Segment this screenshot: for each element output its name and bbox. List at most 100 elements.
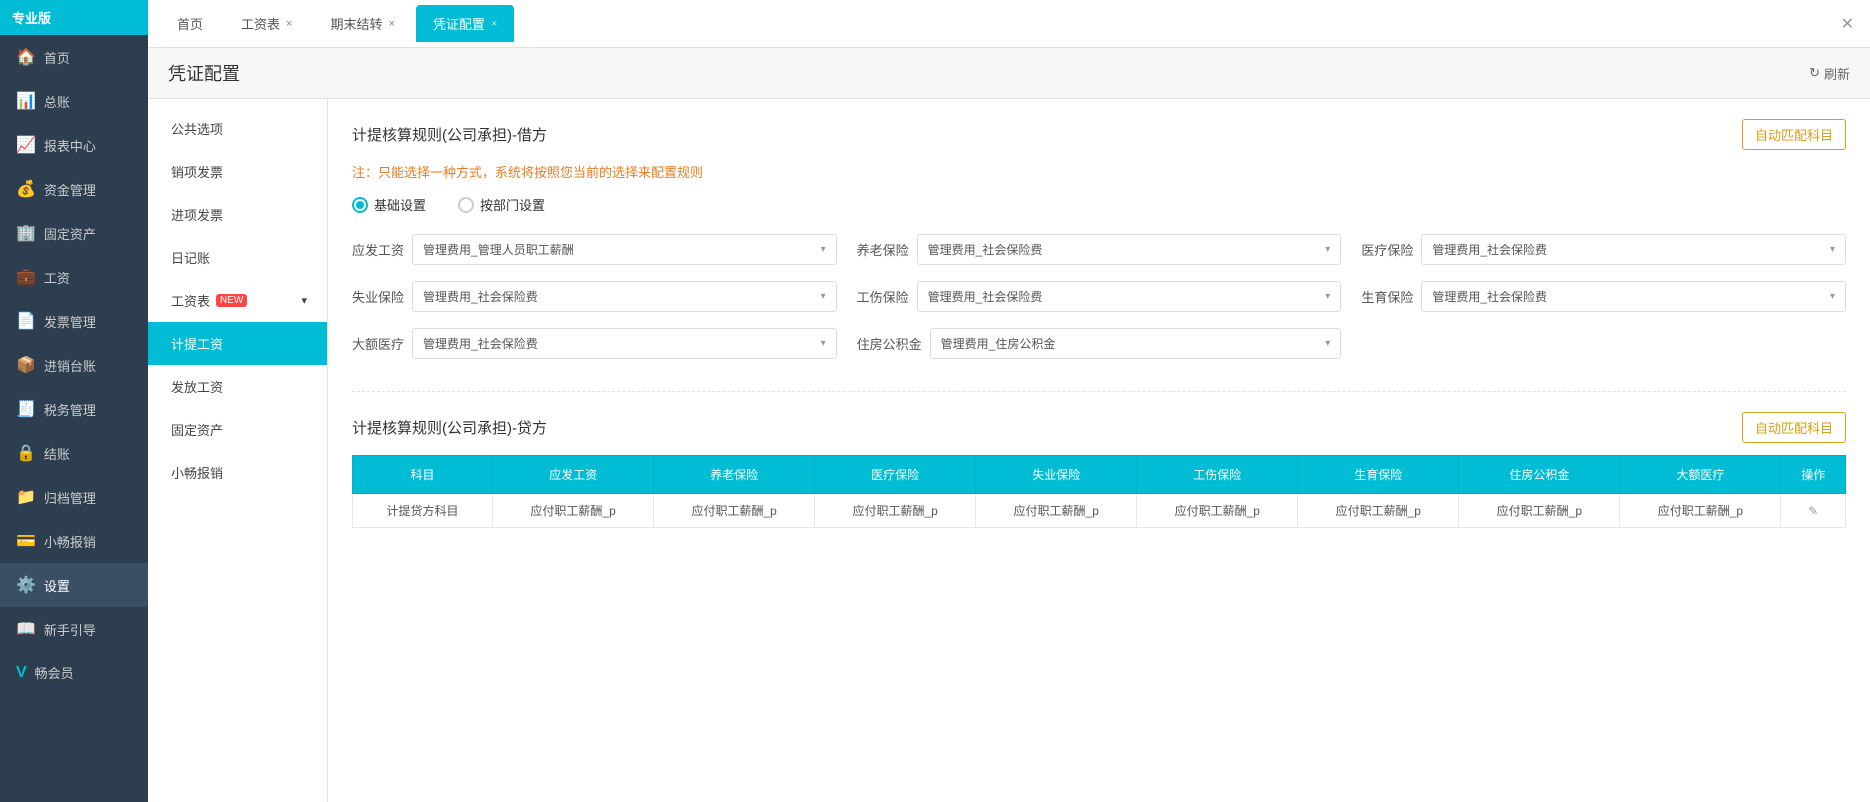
sidebar: 专业版 🏠 首页 📊 总账 📈 报表中心 💰 资金管理 🏢 固定资产 💼 工资 … (0, 0, 148, 802)
radio-basic-setting[interactable]: 基础设置 (352, 195, 426, 214)
sidebar-item-label: 进销台账 (44, 356, 96, 375)
sidebar-item-tax[interactable]: 🧾 税务管理 (0, 387, 148, 431)
new-badge: NEW (216, 294, 247, 307)
unemployment-select[interactable]: 管理费用_社会保险费 ▾ (412, 281, 837, 312)
credit-auto-match-button[interactable]: 自动匹配科目 (1742, 412, 1846, 443)
credit-section-title: 计提核算规则(公司承担)-贷方 (352, 417, 547, 438)
col-header-salary: 应发工资 (493, 456, 654, 494)
cell-salary: 应付职工薪酬_p (493, 494, 654, 528)
tab-voucher-close[interactable]: × (491, 18, 497, 30)
form-row-housing-fund: 住房公积金 管理费用_住房公积金 ▾ (857, 328, 1342, 359)
tab-voucher-label: 凭证配置 (433, 14, 485, 33)
col-header-large-medical: 大额医疗 (1620, 456, 1781, 494)
sidebar-item-invoice-mgmt[interactable]: 📄 发票管理 (0, 299, 148, 343)
sidebar-item-closing[interactable]: 🔒 结账 (0, 431, 148, 475)
sidebar-header: 专业版 (0, 0, 148, 35)
sidebar-item-funds[interactable]: 💰 资金管理 (0, 167, 148, 211)
tab-period-end[interactable]: 期末结转 × (313, 5, 411, 42)
sidebar-item-ledger[interactable]: 📊 总账 (0, 79, 148, 123)
col-header-operation: 操作 (1781, 456, 1846, 494)
tax-icon: 🧾 (16, 399, 36, 419)
sidebar-item-payroll[interactable]: 💼 工资 (0, 255, 148, 299)
sidebar-item-xiao-expense[interactable]: 💳 小畅报销 (0, 519, 148, 563)
radio-basic-circle (352, 197, 368, 213)
credit-section: 计提核算规则(公司承担)-贷方 自动匹配科目 科目 应发工资 养老保险 医疗保险… (352, 412, 1846, 528)
menu-item-fixed-assets[interactable]: 固定资产 (148, 408, 327, 451)
form-row-salary: 应发工资 管理费用_管理人员职工薪酬 ▾ (352, 234, 837, 265)
tab-payroll-table[interactable]: 工资表 × (224, 5, 309, 42)
menu-label: 日记账 (171, 248, 210, 267)
sidebar-item-assets[interactable]: 🏢 固定资产 (0, 211, 148, 255)
menu-label: 工资表 NEW (171, 291, 247, 310)
menu-item-payroll-table[interactable]: 工资表 NEW ▾ (148, 279, 327, 322)
credit-table: 科目 应发工资 养老保险 医疗保险 失业保险 工伤保险 生育保险 住房公积金 大… (352, 455, 1846, 528)
cell-housing-fund: 应付职工薪酬_p (1459, 494, 1620, 528)
menu-item-xiao-expense[interactable]: 小畅报销 (148, 451, 327, 494)
sidebar-item-purchase-sales[interactable]: 📦 进销台账 (0, 343, 148, 387)
menu-item-journal[interactable]: 日记账 (148, 236, 327, 279)
unemployment-label: 失业保险 (352, 287, 404, 306)
sidebar-item-reports[interactable]: 📈 报表中心 (0, 123, 148, 167)
closing-icon: 🔒 (16, 443, 36, 463)
radio-basic-label: 基础设置 (374, 195, 426, 214)
invoice-mgmt-icon: 📄 (16, 311, 36, 331)
chevron-down-icon: ▾ (821, 244, 826, 255)
maternity-select[interactable]: 管理费用_社会保险费 ▾ (1421, 281, 1846, 312)
page-title: 凭证配置 (168, 60, 240, 86)
right-content: 计提核算规则(公司承担)-借方 自动匹配科目 注：只能选择一种方式，系统将按照您… (328, 99, 1870, 802)
salary-select[interactable]: 管理费用_管理人员职工薪酬 ▾ (412, 234, 837, 265)
content-area: 公共选项 销项发票 进项发票 日记账 工资表 NEW ▾ 计提工资 (148, 99, 1870, 802)
sidebar-item-archive[interactable]: 📁 归档管理 (0, 475, 148, 519)
refresh-button[interactable]: ↻ 刷新 (1809, 64, 1850, 83)
archive-icon: 📁 (16, 487, 36, 507)
radio-dept-setting[interactable]: 按部门设置 (458, 195, 545, 214)
menu-label: 小畅报销 (171, 463, 223, 482)
menu-label: 进项发票 (171, 205, 223, 224)
col-header-maternity: 生育保险 (1298, 456, 1459, 494)
cell-edit[interactable]: ✎ (1781, 494, 1846, 528)
maternity-label: 生育保险 (1361, 287, 1413, 306)
injury-select[interactable]: 管理费用_社会保险费 ▾ (917, 281, 1342, 312)
left-menu: 公共选项 销项发票 进项发票 日记账 工资表 NEW ▾ 计提工资 (148, 99, 328, 802)
menu-item-pay-payroll[interactable]: 发放工资 (148, 365, 327, 408)
tab-home[interactable]: 首页 (160, 5, 220, 42)
cell-injury: 应付职工薪酬_p (1137, 494, 1298, 528)
tab-payroll-close[interactable]: × (286, 18, 292, 30)
large-medical-select-value: 管理费用_社会保险费 (423, 335, 538, 352)
menu-label: 发放工资 (171, 377, 223, 396)
salary-select-value: 管理费用_管理人员职工薪酬 (423, 241, 574, 258)
debit-section-title: 计提核算规则(公司承担)-借方 (352, 124, 547, 145)
debit-auto-match-button[interactable]: 自动匹配科目 (1742, 119, 1846, 150)
close-all-btn[interactable]: ✕ (1837, 10, 1858, 38)
large-medical-select[interactable]: 管理费用_社会保险费 ▾ (412, 328, 837, 359)
menu-item-accrual-payroll[interactable]: 计提工资 (148, 322, 327, 365)
sidebar-item-member[interactable]: V 畅会员 (0, 651, 148, 694)
purchase-sales-icon: 📦 (16, 355, 36, 375)
menu-item-purchase-invoice[interactable]: 进项发票 (148, 193, 327, 236)
housing-fund-select[interactable]: 管理费用_住房公积金 ▾ (930, 328, 1342, 359)
sidebar-item-home[interactable]: 🏠 首页 (0, 35, 148, 79)
chevron-down-icon: ▾ (821, 291, 826, 302)
sidebar-item-settings[interactable]: ⚙️ 设置 (0, 563, 148, 607)
chevron-down-icon: ▾ (1325, 244, 1330, 255)
form-row-maternity: 生育保险 管理费用_社会保险费 ▾ (1361, 281, 1846, 312)
menu-item-public-options[interactable]: 公共选项 (148, 107, 327, 150)
menu-label: 固定资产 (171, 420, 223, 439)
medical-select[interactable]: 管理费用_社会保险费 ▾ (1421, 234, 1846, 265)
tab-period-label: 期末结转 (330, 14, 382, 33)
assets-icon: 🏢 (16, 223, 36, 243)
cell-subject: 计提贷方科目 (353, 494, 493, 528)
reports-icon: 📈 (16, 135, 36, 155)
ledger-icon: 📊 (16, 91, 36, 111)
pension-select[interactable]: 管理费用_社会保险费 ▾ (917, 234, 1342, 265)
menu-label: 销项发票 (171, 162, 223, 181)
sidebar-item-label: 税务管理 (44, 400, 96, 419)
tab-voucher-config[interactable]: 凭证配置 × (416, 5, 514, 42)
edit-icon[interactable]: ✎ (1808, 504, 1818, 518)
sidebar-item-guide[interactable]: 📖 新手引导 (0, 607, 148, 651)
tab-period-close[interactable]: × (388, 18, 394, 30)
debit-section: 计提核算规则(公司承担)-借方 自动匹配科目 注：只能选择一种方式，系统将按照您… (352, 119, 1846, 359)
sidebar-item-label: 首页 (44, 48, 70, 67)
menu-item-sales-invoice[interactable]: 销项发票 (148, 150, 327, 193)
col-header-medical: 医疗保险 (815, 456, 976, 494)
